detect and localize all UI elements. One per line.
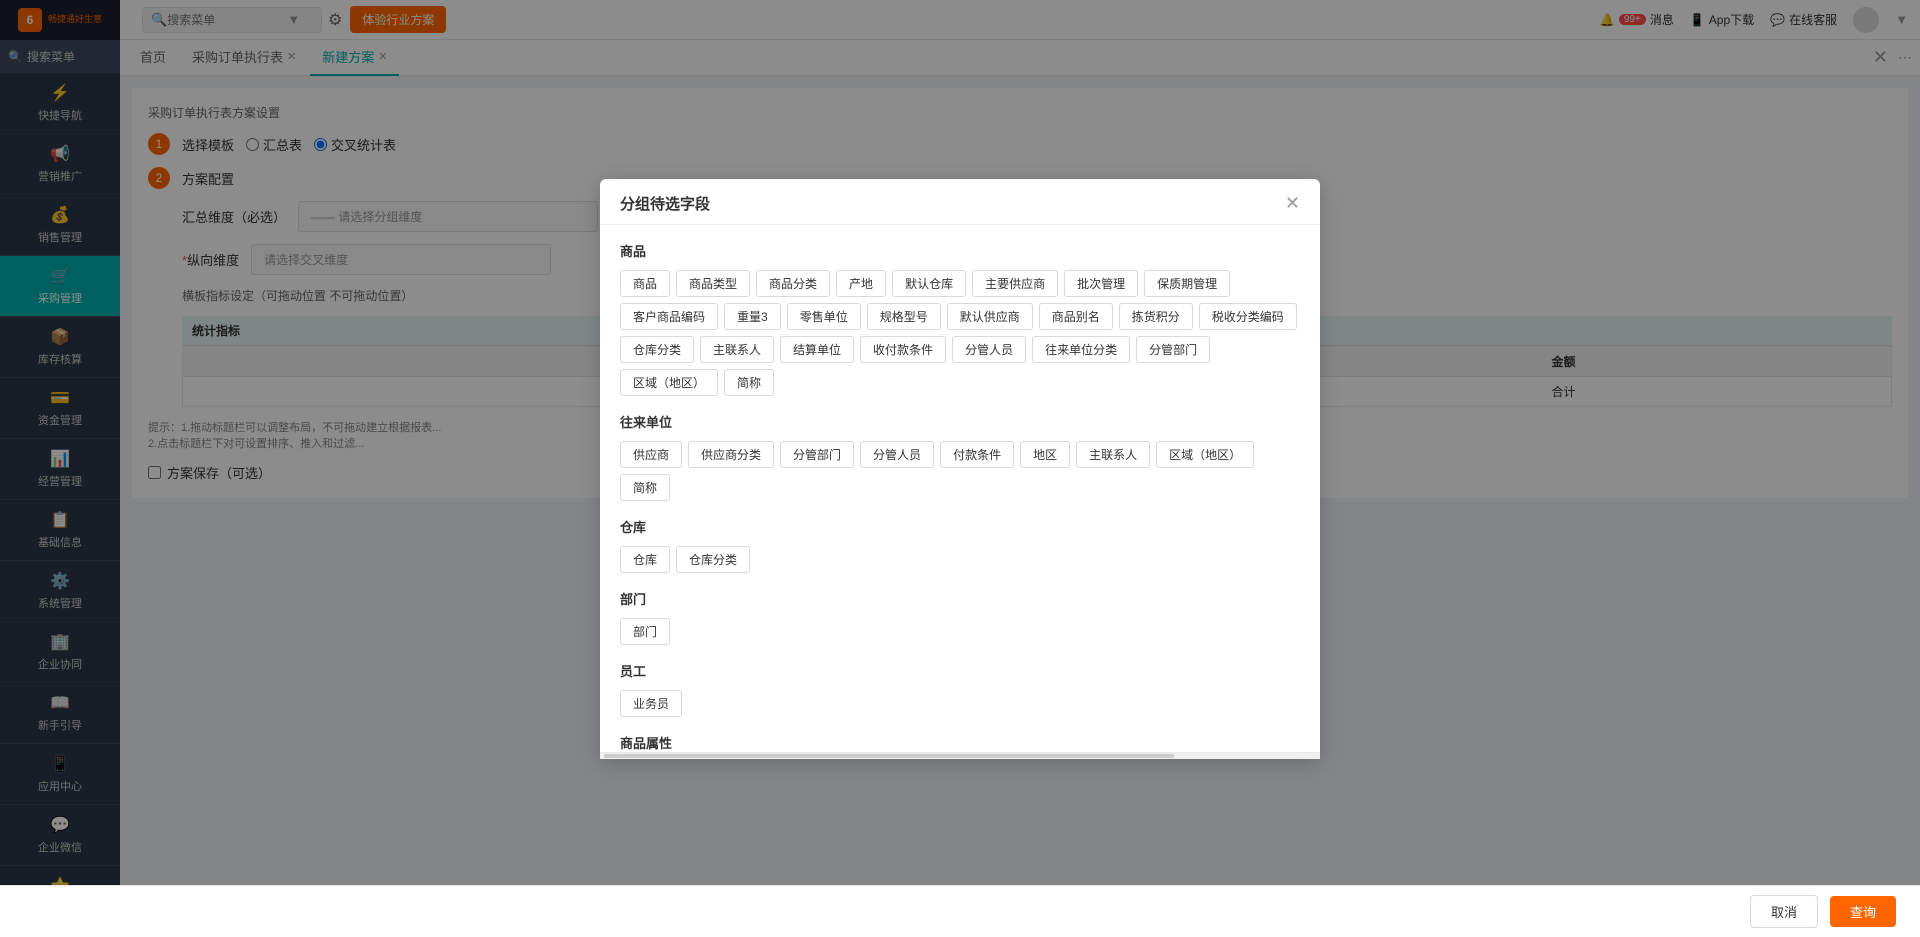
field-tag-supervisor[interactable]: 分管人员: [952, 336, 1026, 363]
confirm-button[interactable]: 查询: [1830, 896, 1896, 927]
field-tag-origin[interactable]: 产地: [836, 270, 886, 297]
cancel-button[interactable]: 取消: [1750, 895, 1818, 928]
field-tag-region-partner[interactable]: 区域（地区）: [1156, 441, 1254, 468]
field-group-warehouse: 仓库 仓库 仓库分类: [620, 517, 1300, 573]
field-tag-goods-type[interactable]: 商品类型: [676, 270, 750, 297]
field-tag-tax-code[interactable]: 税收分类编码: [1199, 303, 1297, 330]
field-tags-warehouse: 仓库 仓库分类: [620, 546, 1300, 573]
field-tag-customer-code[interactable]: 客户商品编码: [620, 303, 718, 330]
field-tag-weight3[interactable]: 重量3: [724, 303, 781, 330]
field-tag-pick-points[interactable]: 拣货积分: [1119, 303, 1193, 330]
field-tag-department[interactable]: 部门: [620, 618, 670, 645]
field-group-department-title: 部门: [620, 589, 1300, 608]
field-tag-person-partner[interactable]: 分管人员: [860, 441, 934, 468]
page-footer: 取消 查询: [0, 885, 1920, 937]
field-group-warehouse-title: 仓库: [620, 517, 1300, 536]
field-group-employee-title: 员工: [620, 661, 1300, 680]
field-tags-employee: 业务员: [620, 690, 1300, 717]
field-group-goods: 商品 商品 商品类型 商品分类 产地 默认仓库 主要供应商 批次管理 保质期管理…: [620, 241, 1300, 396]
modal-close-button[interactable]: ✕: [1285, 193, 1300, 214]
field-tag-spec-model[interactable]: 规格型号: [867, 303, 941, 330]
field-tag-settlement-unit[interactable]: 结算单位: [780, 336, 854, 363]
modal-header: 分组待选字段 ✕: [600, 179, 1320, 225]
field-tag-short-name-goods[interactable]: 简称: [724, 369, 774, 396]
field-group-goods-title: 商品: [620, 241, 1300, 260]
field-tag-dept-partner[interactable]: 分管部门: [780, 441, 854, 468]
field-tag-supplier-category[interactable]: 供应商分类: [688, 441, 774, 468]
field-tag-main-supplier[interactable]: 主要供应商: [972, 270, 1058, 297]
field-select-modal: 分组待选字段 ✕ 商品 商品 商品类型 商品分类 产地 默认仓库 主要供应商 批…: [600, 179, 1320, 759]
field-group-partner-title: 往来单位: [620, 412, 1300, 431]
field-tag-warehouse-category[interactable]: 仓库分类: [620, 336, 694, 363]
modal-hscrollbar[interactable]: [600, 752, 1320, 758]
field-tag-expiry-mgmt[interactable]: 保质期管理: [1144, 270, 1230, 297]
field-group-employee: 员工 业务员: [620, 661, 1300, 717]
field-tag-default-warehouse[interactable]: 默认仓库: [892, 270, 966, 297]
modal-body: 商品 商品 商品类型 商品分类 产地 默认仓库 主要供应商 批次管理 保质期管理…: [600, 225, 1320, 753]
field-tags-department: 部门: [620, 618, 1300, 645]
field-tag-dept-managed[interactable]: 分管部门: [1136, 336, 1210, 363]
field-group-product-attr-title: 商品属性: [620, 733, 1300, 752]
field-tag-short-name-partner[interactable]: 简称: [620, 474, 670, 501]
field-tags-goods: 商品 商品类型 商品分类 产地 默认仓库 主要供应商 批次管理 保质期管理 客户…: [620, 270, 1300, 396]
field-tag-goods-alias[interactable]: 商品别名: [1039, 303, 1113, 330]
field-group-partner: 往来单位 供应商 供应商分类 分管部门 分管人员 付款条件 地区 主联系人 区域…: [620, 412, 1300, 501]
field-tag-main-contact-partner[interactable]: 主联系人: [1076, 441, 1150, 468]
field-tag-goods-category[interactable]: 商品分类: [756, 270, 830, 297]
field-group-department: 部门 部门: [620, 589, 1300, 645]
field-tag-region-goods[interactable]: 区域（地区）: [620, 369, 718, 396]
field-tag-area[interactable]: 地区: [1020, 441, 1070, 468]
field-tag-retail-unit[interactable]: 零售单位: [787, 303, 861, 330]
field-tag-goods[interactable]: 商品: [620, 270, 670, 297]
hscrollbar-thumb: [604, 754, 1174, 758]
field-tag-warehouse-cat[interactable]: 仓库分类: [676, 546, 750, 573]
field-tag-supplier[interactable]: 供应商: [620, 441, 682, 468]
field-tag-payment-cond[interactable]: 付款条件: [940, 441, 1014, 468]
field-group-product-attr: 商品属性 属性 颜色 多规格 尺码 鞋码 1: [620, 733, 1300, 753]
field-tag-partner-category[interactable]: 往来单位分类: [1032, 336, 1130, 363]
field-tag-warehouse[interactable]: 仓库: [620, 546, 670, 573]
field-tags-partner: 供应商 供应商分类 分管部门 分管人员 付款条件 地区 主联系人 区域（地区） …: [620, 441, 1300, 501]
field-tag-main-contact[interactable]: 主联系人: [700, 336, 774, 363]
field-tag-default-supplier[interactable]: 默认供应商: [947, 303, 1033, 330]
field-tag-salesperson[interactable]: 业务员: [620, 690, 682, 717]
field-tag-batch-mgmt[interactable]: 批次管理: [1064, 270, 1138, 297]
field-tag-payment-terms[interactable]: 收付款条件: [860, 336, 946, 363]
modal-title: 分组待选字段: [620, 193, 710, 214]
